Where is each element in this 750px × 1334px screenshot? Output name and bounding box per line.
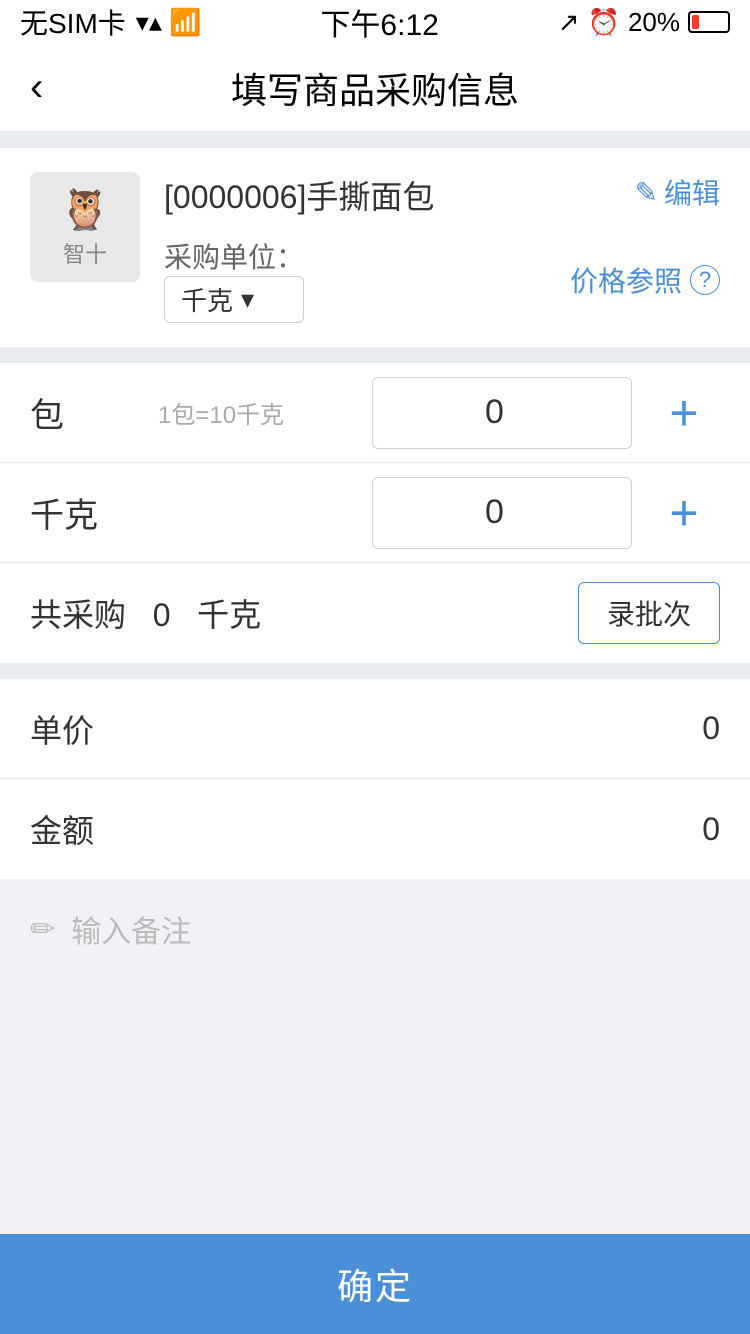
help-icon: ? <box>690 265 720 295</box>
battery-icon <box>688 11 730 33</box>
kg-input-right: + <box>150 477 720 549</box>
battery-percentage: 20% <box>628 7 680 38</box>
divider-top <box>0 132 750 148</box>
unit-price-label: 单价 <box>30 706 94 752</box>
kg-input-row: 千克 + <box>0 463 750 563</box>
unit-selector[interactable]: 千克 ▾ <box>164 276 304 323</box>
purchase-unit-label: 采购单位： <box>164 242 304 273</box>
carrier-label: 无SIM卡 <box>20 2 126 42</box>
price-ref-link[interactable]: 价格参照 ? <box>570 260 720 300</box>
nav-bar: ‹ 填写商品采购信息 <box>0 44 750 132</box>
summary-label: 共采购 <box>30 597 126 633</box>
notes-input-row[interactable]: ✏ 输入备注 <box>30 907 720 951</box>
page-title: 填写商品采购信息 <box>231 62 519 114</box>
amount-row: 金额 0 <box>0 779 750 879</box>
summary-row: 共采购 0 千克 录批次 <box>0 563 750 663</box>
bag-label: 包 <box>30 388 150 437</box>
product-thumbnail: 🦉 智十 <box>30 172 140 282</box>
alarm-icon: ⏰ <box>588 7 620 38</box>
bag-sublabel: 1包=10千克 <box>158 395 284 430</box>
status-right: ↗ ⏰ 20% <box>558 7 730 38</box>
kg-label: 千克 <box>30 488 150 537</box>
status-bar: 无SIM卡 ▾▴ 📶 下午6:12 ↗ ⏰ 20% <box>0 0 750 44</box>
confirm-button[interactable]: 确定 <box>0 1234 750 1334</box>
product-info: [0000006]手撕面包 ✎ 编辑 采购单位： 千克 ▾ 价格参照 ? <box>164 172 720 323</box>
pencil-icon: ✏ <box>30 912 55 947</box>
price-ref-label: 价格参照 <box>570 260 682 300</box>
product-header: [0000006]手撕面包 ✎ 编辑 <box>164 172 720 218</box>
status-time: 下午6:12 <box>320 0 438 44</box>
unit-price-value: 0 <box>702 710 720 747</box>
notes-section: ✏ 输入备注 <box>0 879 750 1179</box>
amount-value: 0 <box>702 811 720 848</box>
summary-text: 共采购 0 千克 <box>30 590 261 636</box>
location-icon: ↗ <box>558 7 580 38</box>
input-section: 包 1包=10千克 + 千克 + <box>0 363 750 563</box>
back-button[interactable]: ‹ <box>30 65 43 110</box>
amount-label: 金额 <box>30 806 94 852</box>
divider-price-top <box>0 663 750 679</box>
edit-link[interactable]: ✎ 编辑 <box>635 172 720 212</box>
kg-input[interactable] <box>372 477 632 549</box>
purchase-unit-row: 采购单位： 千克 ▾ 价格参照 ? <box>164 236 720 323</box>
bag-input-right: + <box>284 377 720 449</box>
summary-quantity: 0 <box>153 597 171 633</box>
product-name: [0000006]手撕面包 <box>164 172 434 218</box>
notes-placeholder: 输入备注 <box>71 907 191 951</box>
dropdown-icon: ▾ <box>241 284 254 315</box>
bag-plus-button[interactable]: + <box>648 377 720 449</box>
owl-text: 智十 <box>63 237 107 269</box>
edit-label: 编辑 <box>664 172 720 212</box>
wifi-icon: ▾▴ 📶 <box>136 7 202 38</box>
bag-input[interactable] <box>372 377 632 449</box>
price-section: 单价 0 金额 0 <box>0 679 750 879</box>
unit-value: 千克 <box>181 281 233 318</box>
divider-mid <box>0 347 750 363</box>
status-left: 无SIM卡 ▾▴ 📶 <box>20 2 201 42</box>
kg-plus-button[interactable]: + <box>648 477 720 549</box>
bag-input-row: 包 1包=10千克 + <box>0 363 750 463</box>
edit-icon: ✎ <box>635 176 658 209</box>
product-card: 🦉 智十 [0000006]手撕面包 ✎ 编辑 采购单位： 千克 ▾ 价格参照 … <box>0 148 750 347</box>
summary-unit: 千克 <box>197 597 261 633</box>
owl-icon: 🦉 <box>60 186 110 233</box>
batch-button[interactable]: 录批次 <box>578 582 720 644</box>
unit-price-row: 单价 0 <box>0 679 750 779</box>
